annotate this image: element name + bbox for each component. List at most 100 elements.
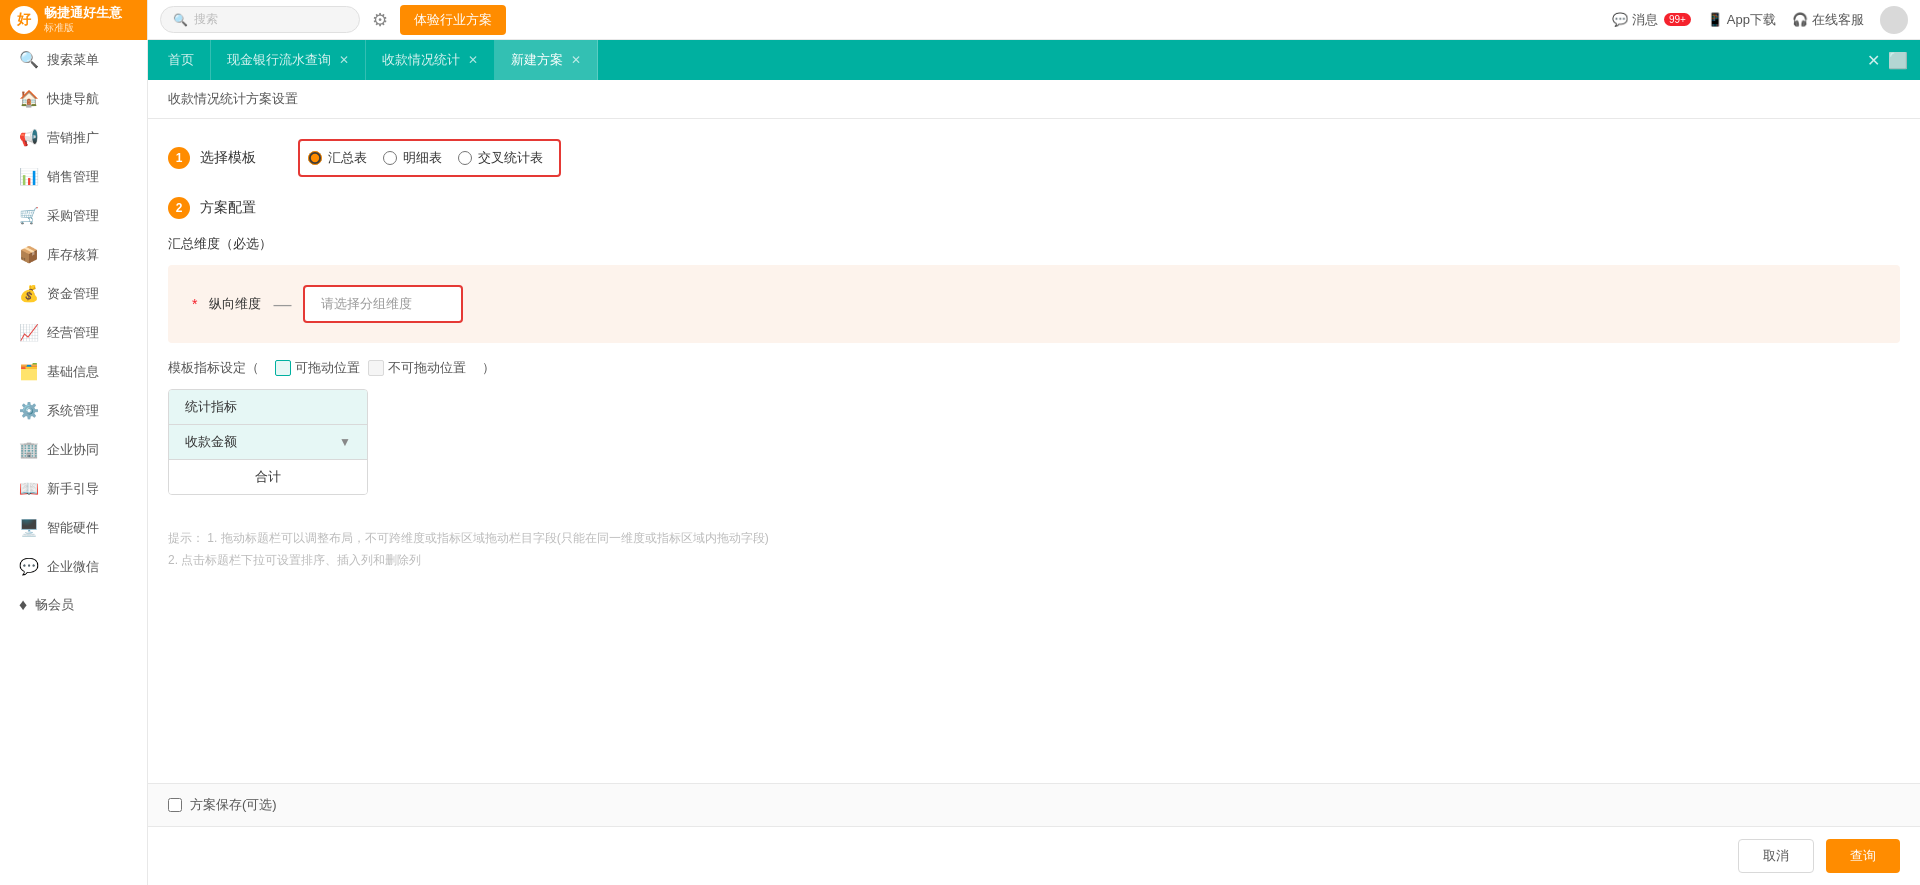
sidebar-item-finance[interactable]: 💰 资金管理 bbox=[0, 274, 147, 313]
tabbar: 首页 现金银行流水查询 ✕ 收款情况统计 ✕ 新建方案 ✕ ✕ ⬜ bbox=[148, 40, 1920, 80]
settings-icon[interactable]: ⚙ bbox=[372, 9, 388, 31]
step2-title: 方案配置 bbox=[200, 199, 256, 217]
sidebar-item-label: 新手引导 bbox=[47, 480, 99, 498]
tab-receipts-close[interactable]: ✕ bbox=[468, 53, 478, 67]
dimension-placeholder: 请选择分组维度 bbox=[321, 296, 412, 311]
sidebar-item-system[interactable]: ⚙️ 系统管理 bbox=[0, 391, 147, 430]
sidebar-item-label: 基础信息 bbox=[47, 363, 99, 381]
megaphone-icon: 📢 bbox=[19, 128, 39, 147]
logo-sub: 标准版 bbox=[44, 21, 122, 35]
book-icon: 📖 bbox=[19, 479, 39, 498]
metrics-grid: 统计指标 收款金额 ▼ 合计 bbox=[168, 389, 368, 495]
metrics-label-text: 模板指标设定（ bbox=[168, 359, 259, 377]
topbar-right: 💬 消息 99+ 📱 App下载 🎧 在线客服 bbox=[1612, 6, 1908, 34]
tab-cashflow-close[interactable]: ✕ bbox=[339, 53, 349, 67]
sidebar-item-search[interactable]: 🔍 搜索菜单 bbox=[0, 40, 147, 79]
radio-summary-label: 汇总表 bbox=[328, 149, 367, 167]
step1-title: 选择模板 bbox=[200, 149, 256, 167]
sidebar-item-wechat[interactable]: 💬 企业微信 bbox=[0, 547, 147, 586]
sidebar-item-basic[interactable]: 🗂️ 基础信息 bbox=[0, 352, 147, 391]
radio-detail-input[interactable] bbox=[383, 151, 397, 165]
hint-text-1: 提示： 1. 拖动标题栏可以调整布局，不可跨维度或指标区域拖动栏目字段(只能在同… bbox=[168, 528, 1900, 550]
hint-text-2: 2. 点击标题栏下拉可设置排序、插入列和删除列 bbox=[168, 550, 1900, 572]
cart-icon: 🛒 bbox=[19, 206, 39, 225]
diamond-icon: ♦ bbox=[19, 596, 27, 614]
radio-cross[interactable]: 交叉统计表 bbox=[458, 149, 543, 167]
required-star: * bbox=[192, 296, 197, 312]
tab-new-plan[interactable]: 新建方案 ✕ bbox=[495, 40, 598, 80]
sidebar-item-management[interactable]: 📈 经营管理 bbox=[0, 313, 147, 352]
trial-button[interactable]: 体验行业方案 bbox=[400, 5, 506, 35]
tab-cashflow[interactable]: 现金银行流水查询 ✕ bbox=[211, 40, 366, 80]
tab-home[interactable]: 首页 bbox=[148, 40, 211, 80]
radio-detail-label: 明细表 bbox=[403, 149, 442, 167]
tab-new-plan-close[interactable]: ✕ bbox=[571, 53, 581, 67]
sidebar-item-label: 营销推广 bbox=[47, 129, 99, 147]
download-icon: 📱 bbox=[1707, 12, 1723, 27]
radio-summary[interactable]: 汇总表 bbox=[308, 149, 367, 167]
logo-text-group: 畅捷通好生意 标准版 bbox=[44, 5, 122, 35]
tab-receipts[interactable]: 收款情况统计 ✕ bbox=[366, 40, 495, 80]
metrics-amount-row[interactable]: 收款金额 ▼ bbox=[169, 425, 367, 460]
sidebar-item-nav[interactable]: 🏠 快捷导航 bbox=[0, 79, 147, 118]
tabbar-controls: ✕ ⬜ bbox=[1867, 51, 1920, 70]
topbar: 🔍 搜索 ⚙ 体验行业方案 💬 消息 99+ 📱 App下载 🎧 在线客服 bbox=[148, 0, 1920, 40]
chart-icon: 📊 bbox=[19, 167, 39, 186]
sidebar-item-inventory[interactable]: 📦 库存核算 bbox=[0, 235, 147, 274]
message-label: 消息 bbox=[1632, 11, 1658, 29]
sidebar-logo: 好 畅捷通好生意 标准版 bbox=[0, 0, 147, 40]
search-icon: 🔍 bbox=[173, 13, 188, 27]
logo-icon: 好 bbox=[10, 6, 38, 34]
save-label: 方案保存(可选) bbox=[190, 796, 277, 814]
dimension-label: 汇总维度（必选） bbox=[168, 235, 1900, 253]
close-window-icon[interactable]: ✕ bbox=[1867, 51, 1880, 70]
query-button[interactable]: 查询 bbox=[1826, 839, 1900, 873]
message-badge: 99+ bbox=[1664, 13, 1691, 26]
radio-detail[interactable]: 明细表 bbox=[383, 149, 442, 167]
template-options-box: 汇总表 明细表 交叉统计表 bbox=[298, 139, 561, 177]
radio-summary-input[interactable] bbox=[308, 151, 322, 165]
sidebar-item-label: 经营管理 bbox=[47, 324, 99, 342]
sidebar-item-label: 搜索菜单 bbox=[47, 51, 99, 69]
sidebar-item-sales[interactable]: 📊 销售管理 bbox=[0, 157, 147, 196]
message-item[interactable]: 💬 消息 99+ bbox=[1612, 11, 1691, 29]
save-checkbox[interactable] bbox=[168, 798, 182, 812]
footer-bar: 取消 查询 bbox=[148, 826, 1920, 885]
sidebar-item-member[interactable]: ♦ 畅会员 bbox=[0, 586, 147, 624]
trend-icon: 📈 bbox=[19, 323, 39, 342]
search-box[interactable]: 🔍 搜索 bbox=[160, 6, 360, 33]
download-item[interactable]: 📱 App下载 bbox=[1707, 11, 1776, 29]
maximize-icon[interactable]: ⬜ bbox=[1888, 51, 1908, 70]
sidebar-item-label: 系统管理 bbox=[47, 402, 99, 420]
metrics-grid-header: 统计指标 bbox=[169, 390, 367, 425]
monitor-icon: 🖥️ bbox=[19, 518, 39, 537]
download-label: App下载 bbox=[1727, 11, 1776, 29]
metrics-amount-label: 收款金额 bbox=[185, 433, 237, 451]
sidebar-item-purchase[interactable]: 🛒 采购管理 bbox=[0, 196, 147, 235]
cancel-button[interactable]: 取消 bbox=[1738, 839, 1814, 873]
message-icon: 💬 bbox=[1612, 12, 1628, 27]
sidebar-item-marketing[interactable]: 📢 营销推广 bbox=[0, 118, 147, 157]
sidebar-item-collab[interactable]: 🏢 企业协同 bbox=[0, 430, 147, 469]
step2-header: 2 方案配置 bbox=[168, 197, 1900, 219]
step1-header: 1 选择模板 汇总表 明细表 交叉统计表 bbox=[168, 139, 1900, 177]
sidebar-item-label: 快捷导航 bbox=[47, 90, 99, 108]
service-label: 在线客服 bbox=[1812, 11, 1864, 29]
box-icon: 📦 bbox=[19, 245, 39, 264]
avatar[interactable] bbox=[1880, 6, 1908, 34]
step2-content: 汇总维度（必选） * 纵向维度 — 请选择分组维度 bbox=[168, 235, 1900, 581]
sidebar-item-hardware[interactable]: 🖥️ 智能硬件 bbox=[0, 508, 147, 547]
content-body: 1 选择模板 汇总表 明细表 交叉统计表 bbox=[148, 119, 1920, 783]
home-icon: 🏠 bbox=[19, 89, 39, 108]
building-icon: 🏢 bbox=[19, 440, 39, 459]
service-item[interactable]: 🎧 在线客服 bbox=[1792, 11, 1864, 29]
sidebar-item-guide[interactable]: 📖 新手引导 bbox=[0, 469, 147, 508]
step2-section: 2 方案配置 汇总维度（必选） * 纵向维度 — 请选择 bbox=[168, 197, 1900, 581]
sidebar: 好 畅捷通好生意 标准版 🔍 搜索菜单 🏠 快捷导航 📢 营销推广 📊 销售管理… bbox=[0, 0, 148, 885]
sidebar-item-label: 企业协同 bbox=[47, 441, 99, 459]
sidebar-item-label: 库存核算 bbox=[47, 246, 99, 264]
dimension-selector[interactable]: 请选择分组维度 bbox=[303, 285, 463, 323]
radio-cross-input[interactable] bbox=[458, 151, 472, 165]
wechat-icon: 💬 bbox=[19, 557, 39, 576]
sidebar-item-label: 智能硬件 bbox=[47, 519, 99, 537]
